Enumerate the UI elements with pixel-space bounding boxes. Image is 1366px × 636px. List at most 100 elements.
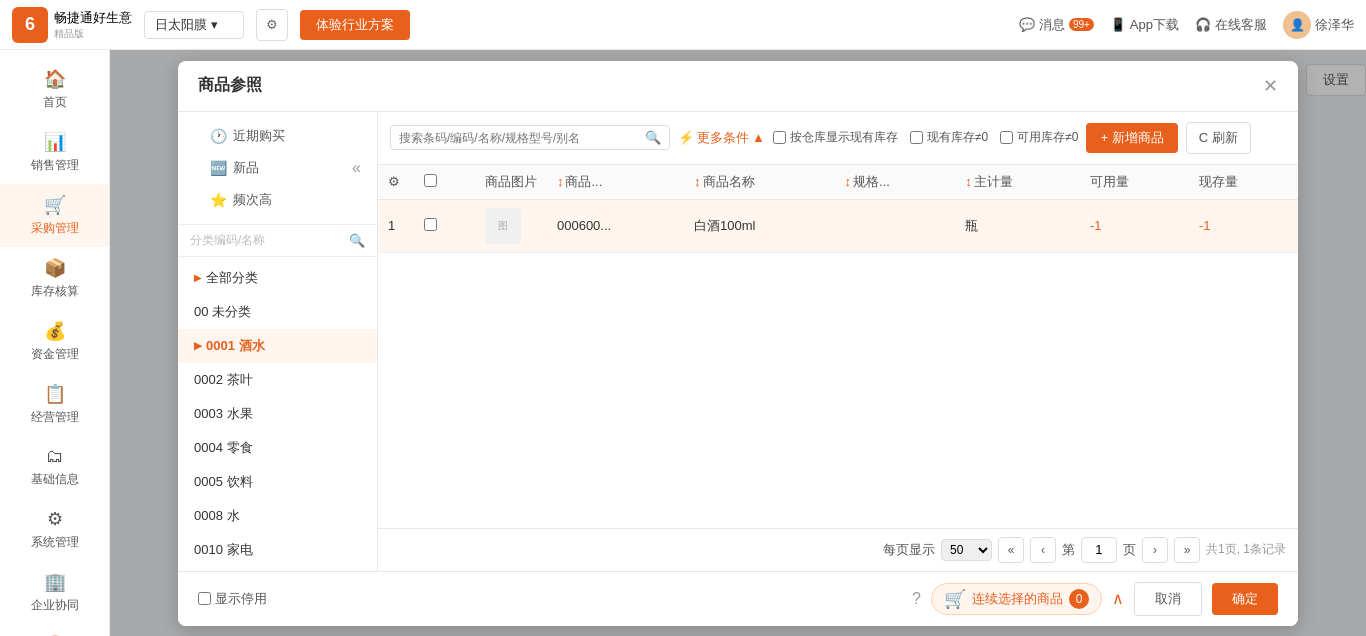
store-selector[interactable]: 日太阳膜 ▾ (144, 11, 244, 39)
category-0010[interactable]: 0010 家电 (178, 533, 377, 567)
warehouse-stock-checkbox[interactable]: 按仓库显示现有库存 (773, 129, 898, 146)
modal-overlay: 商品参照 ✕ 🕐 近期购买 (110, 50, 1366, 636)
last-page-button[interactable]: » (1174, 537, 1200, 563)
category-0005[interactable]: 0005 饮料 (178, 465, 377, 499)
footer-left: 显示停用 (198, 590, 267, 608)
sidebar-item-enterprise[interactable]: 🏢 企业协同 (0, 561, 109, 624)
show-disabled-checkbox[interactable]: 显示停用 (198, 590, 267, 608)
message-icon: 💬 (1019, 17, 1035, 32)
collapse-button[interactable]: « (344, 153, 369, 183)
sidebar-item-home[interactable]: 🏠 首页 (0, 58, 109, 121)
category-0004[interactable]: 0004 零食 (178, 431, 377, 465)
product-table: ⚙ 商品图片 (378, 165, 1298, 253)
th-product-name: ↕ 商品名称 (684, 165, 834, 200)
th-sort-spec[interactable]: ↕ 规格... (845, 173, 946, 191)
cart-selection-wrap[interactable]: 🛒 连续选择的商品 0 (931, 583, 1102, 615)
sidebar-item-purchase[interactable]: 🛒 采购管理 (0, 184, 109, 247)
top-nav: 6 畅捷通好生意 精品版 日太阳膜 ▾ ⚙ 体验行业方案 💬 消息 99+ 📱 … (0, 0, 1366, 50)
first-page-button[interactable]: « (998, 537, 1024, 563)
chevron-up-icon[interactable]: ∧ (1112, 589, 1124, 608)
th-sort-unit[interactable]: ↕ 主计量 (965, 173, 1070, 191)
th-sort-name[interactable]: ↕ 商品名称 (694, 173, 824, 191)
sidebar-item-operations[interactable]: 📋 经营管理 (0, 373, 109, 436)
sidebar-item-guide[interactable]: 🎯 新手引导 (0, 624, 109, 636)
product-search-wrap: 🔍 (390, 125, 670, 150)
sidebar-item-basic-info[interactable]: 🗂 基础信息 (0, 436, 109, 498)
user-nav-item[interactable]: 👤 徐泽华 (1283, 11, 1354, 39)
th-product-code: ↕ 商品... (547, 165, 684, 200)
frequent-filter[interactable]: ⭐ 频次高 (194, 184, 301, 216)
message-label: 消息 (1039, 16, 1065, 34)
settings-button[interactable]: ⚙ (256, 9, 288, 41)
select-all-checkbox[interactable] (424, 174, 437, 187)
category-search-input[interactable] (190, 233, 345, 247)
app-download-nav-item[interactable]: 📱 App下载 (1110, 16, 1179, 34)
new-product-filter[interactable]: 🆕 新品 (194, 152, 301, 184)
page-unit: 页 (1123, 541, 1136, 559)
frequent-label: 频次高 (233, 191, 272, 209)
td-image: 图 (475, 199, 547, 252)
sales-icon: 📊 (44, 131, 66, 153)
product-search-input[interactable] (399, 131, 641, 145)
username-label: 徐泽华 (1315, 16, 1354, 34)
available-stock-checkbox[interactable]: 可用库存≠0 (1000, 129, 1078, 146)
modal-title: 商品参照 (198, 75, 262, 96)
category-00[interactable]: 00 未分类 (178, 295, 377, 329)
per-page-select[interactable]: 50 100 200 (941, 539, 992, 561)
purchase-icon: 🛒 (44, 194, 66, 216)
nonzero-stock-checkbox[interactable]: 现有库存≠0 (910, 129, 988, 146)
chevron-up-icon: ▲ (752, 130, 765, 145)
filter-checkboxes: 按仓库显示现有库存 现有库存≠0 可用库存≠0 (773, 129, 1079, 146)
sidebar-item-inventory[interactable]: 📦 库存核算 (0, 247, 109, 310)
add-product-button[interactable]: + 新增商品 (1086, 123, 1177, 153)
warehouse-stock-label: 按仓库显示现有库存 (790, 129, 898, 146)
sidebar-item-operations-label: 经营管理 (31, 409, 79, 426)
category-0001[interactable]: ▶ 0001 酒水 (178, 329, 377, 363)
category-0008[interactable]: 0008 水 (178, 499, 377, 533)
category-0003[interactable]: 0003 水果 (178, 397, 377, 431)
filter-icon: ⚡ (678, 130, 694, 145)
confirm-button[interactable]: 确定 (1212, 583, 1278, 615)
product-search-icon[interactable]: 🔍 (645, 130, 661, 145)
category-0005-label: 0005 饮料 (194, 473, 253, 491)
cancel-button[interactable]: 取消 (1134, 582, 1202, 616)
sidebar-item-home-label: 首页 (43, 94, 67, 111)
prev-page-button[interactable]: ‹ (1030, 537, 1056, 563)
sidebar-item-finance[interactable]: 💰 资金管理 (0, 310, 109, 373)
footer-right: ? 🛒 连续选择的商品 0 ∧ 取消 确定 (912, 582, 1278, 616)
modal-close-button[interactable]: ✕ (1263, 75, 1278, 97)
sidebar-item-system[interactable]: ⚙ 系统管理 (0, 498, 109, 561)
td-checkbox[interactable] (414, 199, 475, 252)
sidebar-item-sales-label: 销售管理 (31, 157, 79, 174)
sidebar-item-sales[interactable]: 📊 销售管理 (0, 121, 109, 184)
logo-text: 畅捷通好生意 精品版 (54, 9, 132, 41)
disabled-checkbox-input[interactable] (198, 592, 211, 605)
category-search-icon[interactable]: 🔍 (349, 233, 365, 248)
avatar: 👤 (1283, 11, 1311, 39)
message-badge: 99+ (1069, 18, 1094, 31)
online-service-nav-item[interactable]: 🎧 在线客服 (1195, 16, 1267, 34)
recent-purchase-filter[interactable]: 🕐 近期购买 (194, 120, 301, 152)
main-layout: 🏠 首页 📊 销售管理 🛒 采购管理 📦 库存核算 💰 资金管理 📋 经营管理 … (0, 50, 1366, 636)
refresh-button[interactable]: C 刷新 (1186, 122, 1251, 154)
td-code: 000600... (547, 199, 684, 252)
page-number-input[interactable] (1081, 537, 1117, 563)
th-settings[interactable]: ⚙ (378, 165, 414, 200)
th-spec: ↕ 规格... (835, 165, 956, 200)
row-checkbox[interactable] (424, 218, 437, 231)
filter-bar: 🔍 ⚡ 更多条件 ▲ 按仓库显示现有库存 (378, 112, 1298, 165)
system-icon: ⚙ (47, 508, 63, 530)
more-filter-button[interactable]: ⚡ 更多条件 ▲ (678, 129, 765, 147)
sidebar-item-purchase-label: 采购管理 (31, 220, 79, 237)
message-nav-item[interactable]: 💬 消息 99+ (1019, 16, 1094, 34)
th-sort-image[interactable]: 商品图片 (485, 173, 537, 191)
logo-sub: 精品版 (54, 27, 132, 41)
category-list: ▶ 全部分类 00 未分类 ▶ 0001 酒水 0002 茶 (178, 257, 377, 571)
table-row[interactable]: 1 图 000600... 白酒100ml (378, 199, 1298, 252)
th-sort-code[interactable]: ↕ 商品... (557, 173, 674, 191)
help-icon[interactable]: ? (912, 590, 921, 608)
next-page-button[interactable]: › (1142, 537, 1168, 563)
try-solution-button[interactable]: 体验行业方案 (300, 10, 410, 40)
category-0002[interactable]: 0002 茶叶 (178, 363, 377, 397)
category-all[interactable]: ▶ 全部分类 (178, 261, 377, 295)
